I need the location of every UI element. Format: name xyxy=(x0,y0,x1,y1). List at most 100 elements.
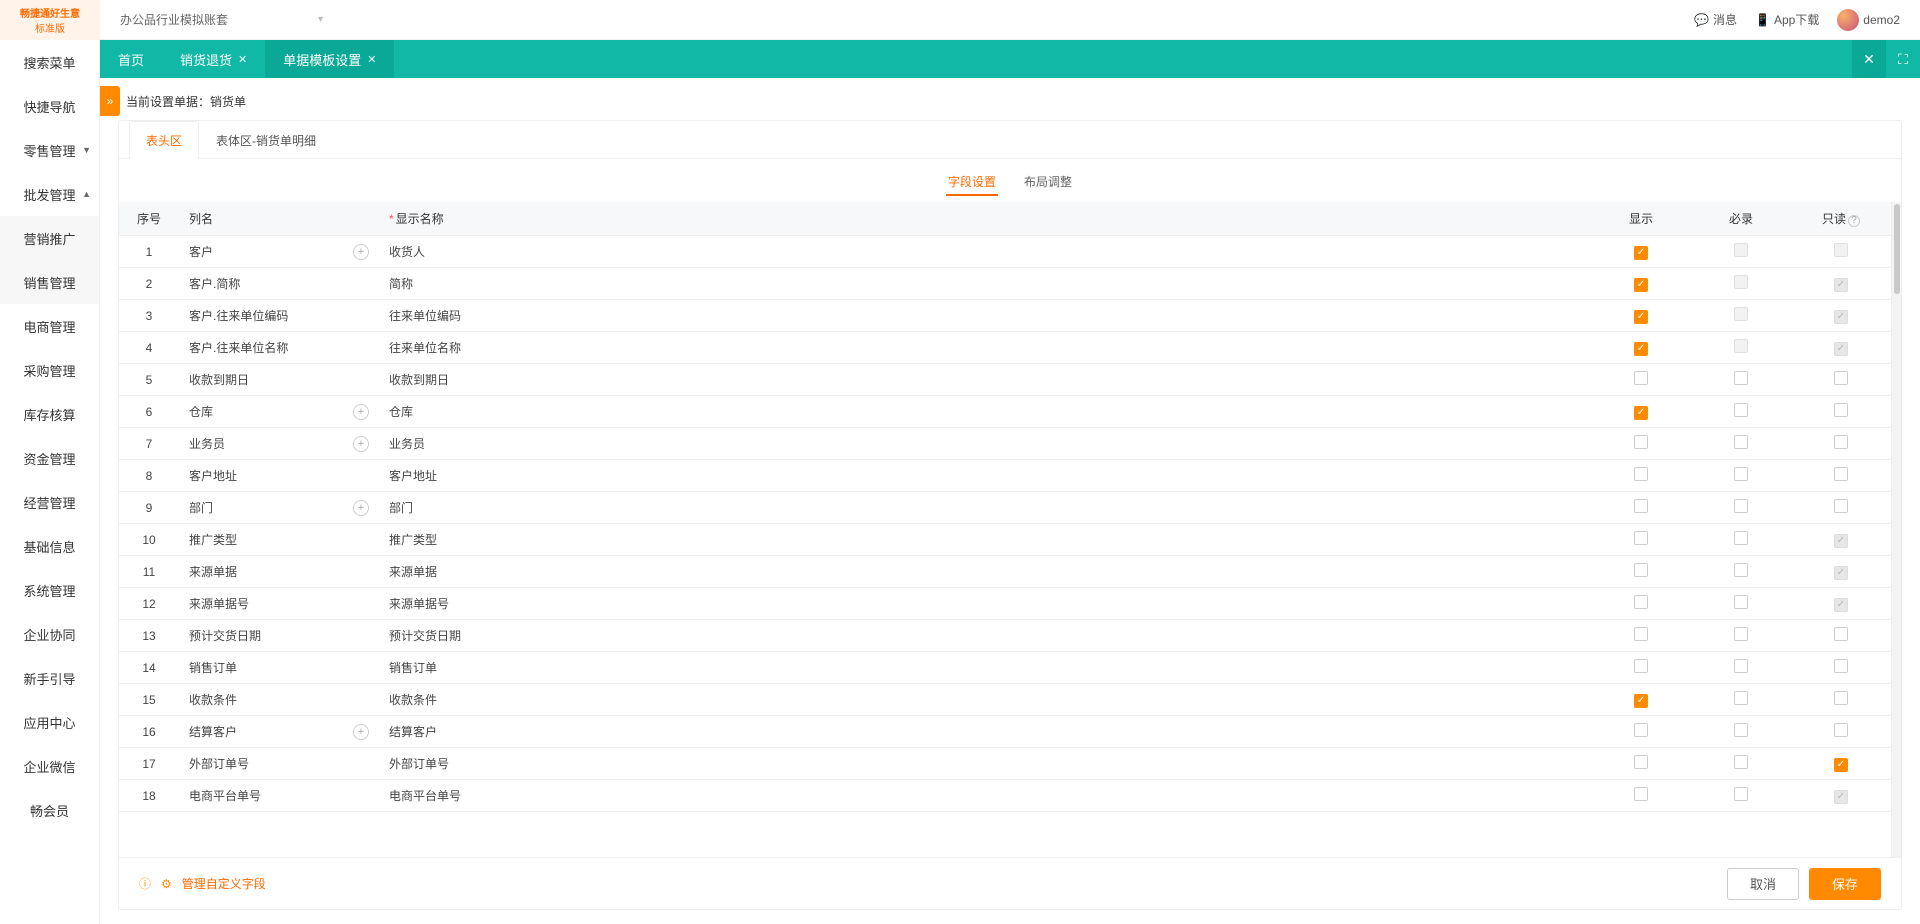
close-icon[interactable]: ✕ xyxy=(238,53,247,66)
tab[interactable]: 首页 xyxy=(100,40,162,78)
sidebar-item[interactable]: 销售管理 xyxy=(0,260,99,304)
sidebar-item[interactable]: 搜索菜单 xyxy=(0,40,99,84)
cell-display[interactable]: 往来单位名称 xyxy=(379,332,1591,364)
checkbox[interactable] xyxy=(1734,755,1748,769)
sidebar-item[interactable]: 系统管理 xyxy=(0,568,99,612)
plus-icon[interactable]: + xyxy=(353,724,369,740)
sidebar-item[interactable]: 基础信息 xyxy=(0,524,99,568)
checkbox[interactable] xyxy=(1834,435,1848,449)
sub-tab[interactable]: 布局调整 xyxy=(1022,169,1074,196)
cell-display[interactable]: 业务员 xyxy=(379,428,1591,460)
sidebar-item[interactable]: 批发管理▲ xyxy=(0,172,99,216)
scrollbar[interactable] xyxy=(1891,202,1901,857)
sidebar-item[interactable]: 经营管理 xyxy=(0,480,99,524)
sidebar-item[interactable]: 畅会员 xyxy=(0,788,99,832)
sidebar-item[interactable]: 电商管理 xyxy=(0,304,99,348)
cell-display[interactable]: 来源单据号 xyxy=(379,588,1591,620)
checkbox[interactable] xyxy=(1634,499,1648,513)
checkbox[interactable] xyxy=(1834,758,1848,772)
sidebar-item[interactable]: 企业微信 xyxy=(0,744,99,788)
cell-display[interactable]: 收货人 xyxy=(379,236,1591,268)
cell-display[interactable]: 部门 xyxy=(379,492,1591,524)
plus-icon[interactable]: + xyxy=(353,436,369,452)
checkbox[interactable] xyxy=(1634,694,1648,708)
checkbox[interactable] xyxy=(1634,627,1648,641)
checkbox[interactable] xyxy=(1834,403,1848,417)
checkbox[interactable] xyxy=(1634,659,1648,673)
scrollbar-thumb[interactable] xyxy=(1894,204,1900,294)
checkbox[interactable] xyxy=(1634,595,1648,609)
fullscreen-button[interactable]: ⛶ xyxy=(1886,40,1920,78)
sidebar-item[interactable]: 库存核算 xyxy=(0,392,99,436)
checkbox[interactable] xyxy=(1734,499,1748,513)
cell-display[interactable]: 电商平台单号 xyxy=(379,780,1591,812)
checkbox[interactable] xyxy=(1734,595,1748,609)
expand-right-icon[interactable]: » xyxy=(100,86,120,116)
checkbox[interactable] xyxy=(1734,723,1748,737)
checkbox[interactable] xyxy=(1734,403,1748,417)
sub-tab[interactable]: 字段设置 xyxy=(946,169,998,196)
cell-display[interactable]: 预计交货日期 xyxy=(379,620,1591,652)
checkbox[interactable] xyxy=(1834,691,1848,705)
cell-display[interactable]: 简称 xyxy=(379,268,1591,300)
checkbox[interactable] xyxy=(1634,467,1648,481)
checkbox[interactable] xyxy=(1634,246,1648,260)
plus-icon[interactable]: + xyxy=(353,404,369,420)
checkbox[interactable] xyxy=(1734,531,1748,545)
cell-display[interactable]: 推广类型 xyxy=(379,524,1591,556)
account-selector[interactable]: 办公品行业模拟账套 ▾ xyxy=(120,11,323,28)
checkbox[interactable] xyxy=(1834,659,1848,673)
checkbox[interactable] xyxy=(1634,342,1648,356)
checkbox[interactable] xyxy=(1834,371,1848,385)
tab[interactable]: 单据模板设置✕ xyxy=(265,40,394,78)
plus-icon[interactable]: + xyxy=(353,244,369,260)
checkbox[interactable] xyxy=(1634,531,1648,545)
sidebar-item[interactable]: 快捷导航 xyxy=(0,84,99,128)
checkbox[interactable] xyxy=(1734,435,1748,449)
plus-icon[interactable]: + xyxy=(353,500,369,516)
cell-display[interactable]: 收款到期日 xyxy=(379,364,1591,396)
checkbox[interactable] xyxy=(1734,659,1748,673)
tab[interactable]: 销货退货✕ xyxy=(162,40,265,78)
help-icon[interactable]: ? xyxy=(1848,215,1860,227)
sidebar-item[interactable]: 企业协同 xyxy=(0,612,99,656)
checkbox[interactable] xyxy=(1734,691,1748,705)
sidebar-item[interactable]: 营销推广 xyxy=(0,216,99,260)
checkbox[interactable] xyxy=(1634,406,1648,420)
checkbox[interactable] xyxy=(1734,371,1748,385)
checkbox[interactable] xyxy=(1634,435,1648,449)
tabstrip-close-button[interactable]: ✕ xyxy=(1852,40,1886,78)
sidebar-item[interactable]: 零售管理▼ xyxy=(0,128,99,172)
cell-display[interactable]: 来源单据 xyxy=(379,556,1591,588)
checkbox[interactable] xyxy=(1634,563,1648,577)
sidebar-item[interactable]: 采购管理 xyxy=(0,348,99,392)
checkbox[interactable] xyxy=(1834,627,1848,641)
user-menu[interactable]: demo2 xyxy=(1837,9,1900,31)
cell-display[interactable]: 收款条件 xyxy=(379,684,1591,716)
area-tab[interactable]: 表体区-销货单明细 xyxy=(199,121,333,159)
checkbox[interactable] xyxy=(1634,755,1648,769)
checkbox[interactable] xyxy=(1734,627,1748,641)
checkbox[interactable] xyxy=(1634,278,1648,292)
checkbox[interactable] xyxy=(1634,371,1648,385)
sidebar-item[interactable]: 应用中心 xyxy=(0,700,99,744)
cell-display[interactable]: 仓库 xyxy=(379,396,1591,428)
cell-display[interactable]: 销售订单 xyxy=(379,652,1591,684)
checkbox[interactable] xyxy=(1734,467,1748,481)
sidebar-item[interactable]: 资金管理 xyxy=(0,436,99,480)
manage-custom-fields-link[interactable]: 管理自定义字段 xyxy=(182,875,266,892)
checkbox[interactable] xyxy=(1834,723,1848,737)
checkbox[interactable] xyxy=(1734,787,1748,801)
close-icon[interactable]: ✕ xyxy=(367,53,376,66)
save-button[interactable]: 保存 xyxy=(1809,868,1881,900)
messages-button[interactable]: 💬 消息 xyxy=(1694,11,1737,28)
checkbox[interactable] xyxy=(1734,563,1748,577)
cell-display[interactable]: 外部订单号 xyxy=(379,748,1591,780)
app-download-button[interactable]: 📱 App下载 xyxy=(1755,11,1819,28)
checkbox[interactable] xyxy=(1634,787,1648,801)
checkbox[interactable] xyxy=(1834,499,1848,513)
cell-display[interactable]: 往来单位编码 xyxy=(379,300,1591,332)
area-tab[interactable]: 表头区 xyxy=(129,121,199,159)
cancel-button[interactable]: 取消 xyxy=(1727,868,1799,900)
sidebar-item[interactable]: 新手引导 xyxy=(0,656,99,700)
